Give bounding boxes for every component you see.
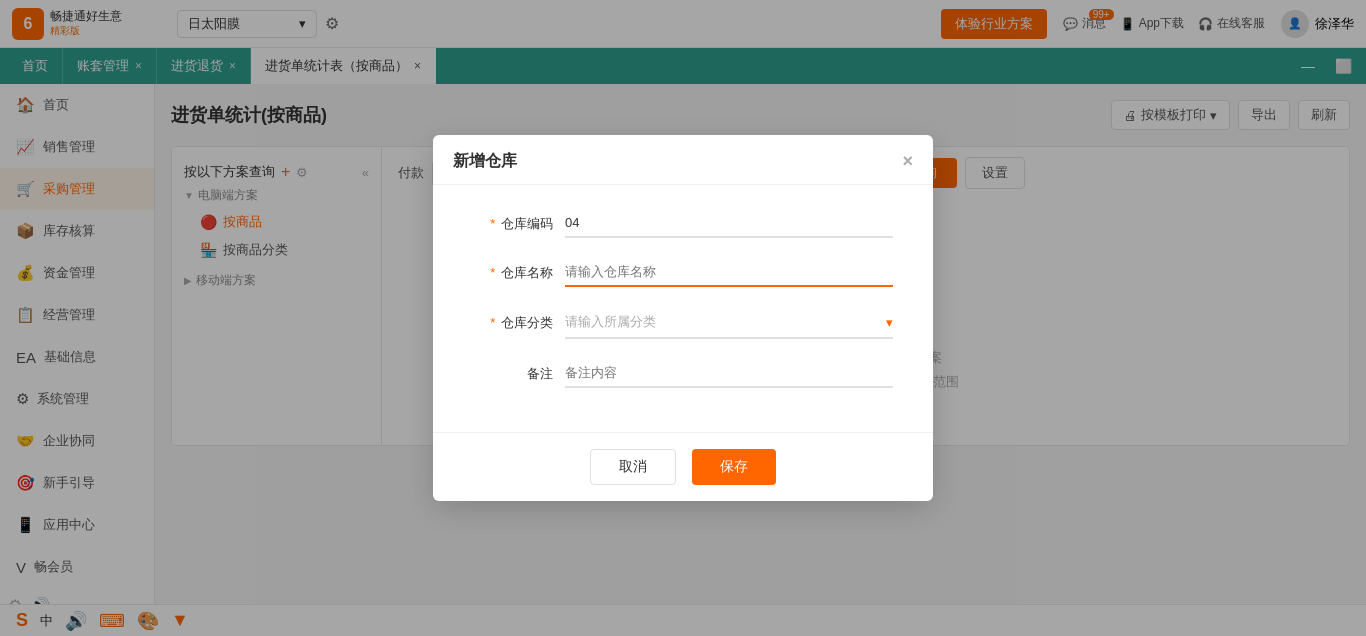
modal-title: 新增仓库 <box>453 151 517 172</box>
warehouse-category-row: * 仓库分类 请输入所属分类 ▾ <box>473 307 893 339</box>
warehouse-name-label: * 仓库名称 <box>473 264 553 282</box>
dropdown-arrow-icon: ▾ <box>886 315 893 330</box>
required-star-name: * <box>490 265 495 280</box>
warehouse-code-label: * 仓库编码 <box>473 215 553 233</box>
warehouse-notes-row: 备注 <box>473 359 893 388</box>
modal-body: * 仓库编码 * 仓库名称 * 仓库分类 请输入 <box>433 185 933 432</box>
warehouse-code-row: * 仓库编码 <box>473 209 893 238</box>
required-star-code: * <box>490 216 495 231</box>
cancel-button[interactable]: 取消 <box>590 449 676 485</box>
modal-overlay: 新增仓库 × * 仓库编码 * 仓库名称 <box>0 0 1366 636</box>
modal-footer: 取消 保存 <box>433 432 933 501</box>
warehouse-code-input[interactable] <box>565 209 893 238</box>
warehouse-notes-input[interactable] <box>565 359 893 388</box>
warehouse-notes-label: 备注 <box>473 365 553 383</box>
warehouse-category-placeholder: 请输入所属分类 <box>565 313 656 331</box>
add-warehouse-modal: 新增仓库 × * 仓库编码 * 仓库名称 <box>433 135 933 501</box>
required-star-category: * <box>490 315 495 330</box>
warehouse-name-row: * 仓库名称 <box>473 258 893 287</box>
warehouse-category-label: * 仓库分类 <box>473 314 553 332</box>
warehouse-name-input[interactable] <box>565 258 893 287</box>
modal-header: 新增仓库 × <box>433 135 933 185</box>
warehouse-category-select[interactable]: 请输入所属分类 ▾ <box>565 307 893 339</box>
save-button[interactable]: 保存 <box>692 449 776 485</box>
modal-close-button[interactable]: × <box>902 151 913 172</box>
